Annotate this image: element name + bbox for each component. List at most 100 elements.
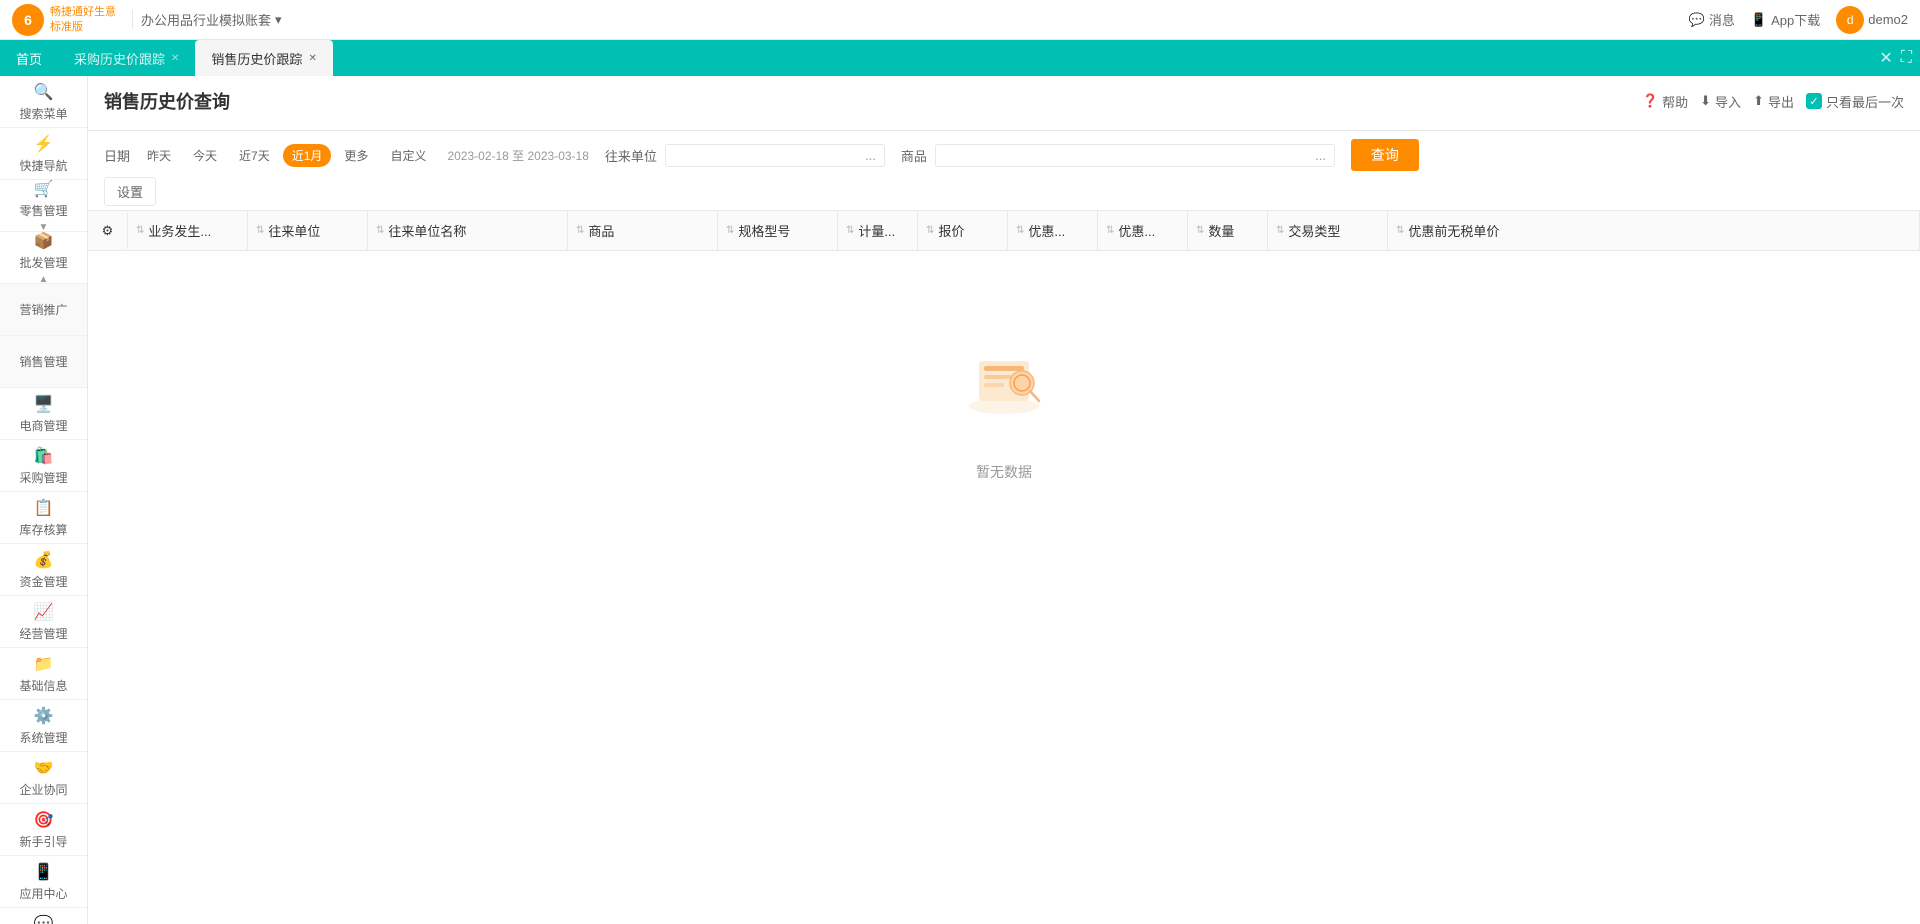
- tab-sales-close[interactable]: ✕: [308, 53, 316, 64]
- sidebar-item-retail[interactable]: 🛒 零售管理 ▼: [0, 180, 87, 232]
- date-btn-last1m[interactable]: 近1月: [283, 144, 332, 167]
- import-icon: ⬇: [1700, 93, 1711, 109]
- date-btn-more[interactable]: 更多: [335, 144, 377, 167]
- th-product[interactable]: ⇅ 商品: [568, 211, 718, 250]
- page-actions: ❓ 帮助 ⬇ 导入 ⬆ 导出 ✓ 只看最后一次: [1642, 92, 1904, 111]
- message-button[interactable]: 💬 消息: [1689, 10, 1735, 29]
- chevron-up-icon: ▲: [39, 274, 49, 285]
- th-quantity[interactable]: ⇅ 数量: [1188, 211, 1268, 250]
- wechat-icon: 💬: [34, 914, 54, 924]
- user-menu[interactable]: d demo2: [1836, 6, 1908, 34]
- table-container: ⚙ ⇅ 业务发生... ⇅ 往来单位 ⇅ 往来单位名称 ⇅ 商品: [88, 211, 1920, 924]
- sort-icon: ⇅: [1106, 225, 1114, 236]
- th-discount1[interactable]: ⇅ 优惠...: [1008, 211, 1098, 250]
- th-unit[interactable]: ⇅ 计量...: [838, 211, 918, 250]
- th-partner-code[interactable]: ⇅ 往来单位: [248, 211, 368, 250]
- sort-icon: ⇅: [1196, 225, 1204, 236]
- maximize-button[interactable]: ⛶: [1901, 49, 1912, 67]
- th-partner-name[interactable]: ⇅ 往来单位名称: [368, 211, 568, 250]
- phone-icon: 📱: [1751, 12, 1767, 28]
- date-btn-yesterday[interactable]: 昨天: [138, 144, 180, 167]
- sidebar-item-inventory[interactable]: 📋 库存核算: [0, 492, 87, 544]
- tab-home[interactable]: 首页: [0, 40, 58, 76]
- import-button[interactable]: ⬇ 导入: [1700, 92, 1741, 111]
- date-filter-group: 日期 昨天 今天 近7天 近1月 更多 自定义 2023-02-18 至 202…: [104, 144, 589, 167]
- only-last-checkbox[interactable]: ✓: [1806, 93, 1822, 109]
- date-btn-today[interactable]: 今天: [184, 144, 226, 167]
- partner-label: 往来单位: [605, 146, 657, 165]
- sidebar: 🔍 搜索菜单 ⚡ 快捷导航 🛒 零售管理 ▼ 📦 批发管理 ▲ 营销推广 销售管…: [0, 76, 88, 924]
- search-icon: 🔍: [34, 82, 54, 102]
- empty-state: 暂无数据: [88, 251, 1920, 562]
- tab-purchase[interactable]: 采购历史价跟踪 ✕: [58, 40, 195, 76]
- app-download-button[interactable]: 📱 App下载: [1751, 10, 1820, 29]
- date-btn-custom[interactable]: 自定义: [381, 144, 435, 167]
- sidebar-item-purchase[interactable]: 🛍️ 采购管理: [0, 440, 87, 492]
- retail-icon: 🛒: [34, 179, 54, 199]
- tab-bar-right: ✕ ⛶: [1879, 48, 1920, 68]
- finance-icon: 💰: [34, 550, 54, 570]
- date-range-display: 2023-02-18 至 2023-03-18: [447, 147, 588, 164]
- sort-icon: ⇅: [256, 225, 264, 236]
- sort-icon: ⇅: [1276, 225, 1284, 236]
- page-title: 销售历史价查询: [104, 88, 230, 114]
- only-last-checkbox-group[interactable]: ✓ 只看最后一次: [1806, 92, 1904, 111]
- sidebar-item-system[interactable]: ⚙️ 系统管理: [0, 700, 87, 752]
- sidebar-item-wechat[interactable]: 💬 企业微信: [0, 908, 87, 924]
- th-pre-tax-price[interactable]: ⇅ 优惠前无税单价: [1388, 211, 1920, 250]
- company-selector[interactable]: 办公用品行业模拟账套 ▾: [132, 10, 290, 29]
- avatar: d: [1836, 6, 1864, 34]
- empty-illustration: [954, 331, 1054, 450]
- partner-input-dots: ...: [865, 148, 876, 163]
- tab-sales[interactable]: 销售历史价跟踪 ✕: [195, 40, 332, 76]
- sidebar-item-wholesale[interactable]: 📦 批发管理 ▲: [0, 232, 87, 284]
- product-input[interactable]: ...: [935, 144, 1335, 167]
- th-biz-date[interactable]: ⇅ 业务发生...: [128, 211, 248, 250]
- system-icon: ⚙️: [34, 706, 54, 726]
- th-price[interactable]: ⇅ 报价: [918, 211, 1008, 250]
- sidebar-item-marketing[interactable]: 营销推广: [0, 284, 87, 336]
- th-settings[interactable]: ⚙: [88, 213, 128, 249]
- sort-icon: ⇅: [376, 225, 384, 236]
- chevron-down-icon: ▾: [275, 12, 282, 28]
- query-button[interactable]: 查询: [1351, 139, 1419, 171]
- sort-icon: ⇅: [726, 225, 734, 236]
- logo-text: 畅捷通好生意 标准版: [50, 5, 116, 34]
- sidebar-item-enterprise[interactable]: 🤝 企业协同: [0, 752, 87, 804]
- th-trade-type[interactable]: ⇅ 交易类型: [1268, 211, 1388, 250]
- date-label: 日期: [104, 146, 130, 165]
- export-icon: ⬆: [1753, 93, 1764, 109]
- filter-row: 日期 昨天 今天 近7天 近1月 更多 自定义 2023-02-18 至 202…: [104, 139, 1904, 171]
- app-center-icon: 📱: [34, 862, 54, 882]
- tab-purchase-close[interactable]: ✕: [171, 53, 179, 64]
- date-btn-last7[interactable]: 近7天: [230, 144, 279, 167]
- wholesale-icon: 📦: [34, 231, 54, 251]
- sidebar-item-shortcut[interactable]: ⚡ 快捷导航: [0, 128, 87, 180]
- sidebar-item-basic[interactable]: 📁 基础信息: [0, 648, 87, 700]
- product-filter-group: 商品 ...: [901, 144, 1335, 167]
- message-icon: 💬: [1689, 12, 1705, 28]
- setting-row: 设置: [104, 177, 1904, 206]
- purchase-icon: 🛍️: [34, 446, 54, 466]
- sidebar-item-newbie[interactable]: 🎯 新手引导: [0, 804, 87, 856]
- sidebar-item-operations[interactable]: 📈 经营管理: [0, 596, 87, 648]
- empty-text: 暂无数据: [976, 462, 1032, 482]
- sort-icon: ⇅: [1016, 225, 1024, 236]
- partner-input[interactable]: ...: [665, 144, 885, 167]
- th-spec[interactable]: ⇅ 规格型号: [718, 211, 838, 250]
- sidebar-item-sales-mgmt[interactable]: 销售管理: [0, 336, 87, 388]
- help-button[interactable]: ❓ 帮助: [1642, 92, 1688, 111]
- top-bar: 6 畅捷通好生意 标准版 办公用品行业模拟账套 ▾ 💬 消息 📱 App下载 d…: [0, 0, 1920, 40]
- sidebar-item-app-center[interactable]: 📱 应用中心: [0, 856, 87, 908]
- th-discount2[interactable]: ⇅ 优惠...: [1098, 211, 1188, 250]
- sidebar-item-search[interactable]: 🔍 搜索菜单: [0, 76, 87, 128]
- setting-button[interactable]: 设置: [104, 177, 156, 206]
- close-all-tabs-button[interactable]: ✕: [1879, 48, 1892, 68]
- sidebar-item-ecommerce[interactable]: 🖥️ 电商管理: [0, 388, 87, 440]
- sort-icon: ⇅: [576, 225, 584, 236]
- basic-icon: 📁: [34, 654, 54, 674]
- sidebar-item-finance[interactable]: 💰 资金管理: [0, 544, 87, 596]
- export-button[interactable]: ⬆ 导出: [1753, 92, 1794, 111]
- tab-bar: 首页 采购历史价跟踪 ✕ 销售历史价跟踪 ✕ ✕ ⛶: [0, 40, 1920, 76]
- page-title-row: 销售历史价查询 ❓ 帮助 ⬇ 导入 ⬆ 导出 ✓: [104, 88, 1904, 114]
